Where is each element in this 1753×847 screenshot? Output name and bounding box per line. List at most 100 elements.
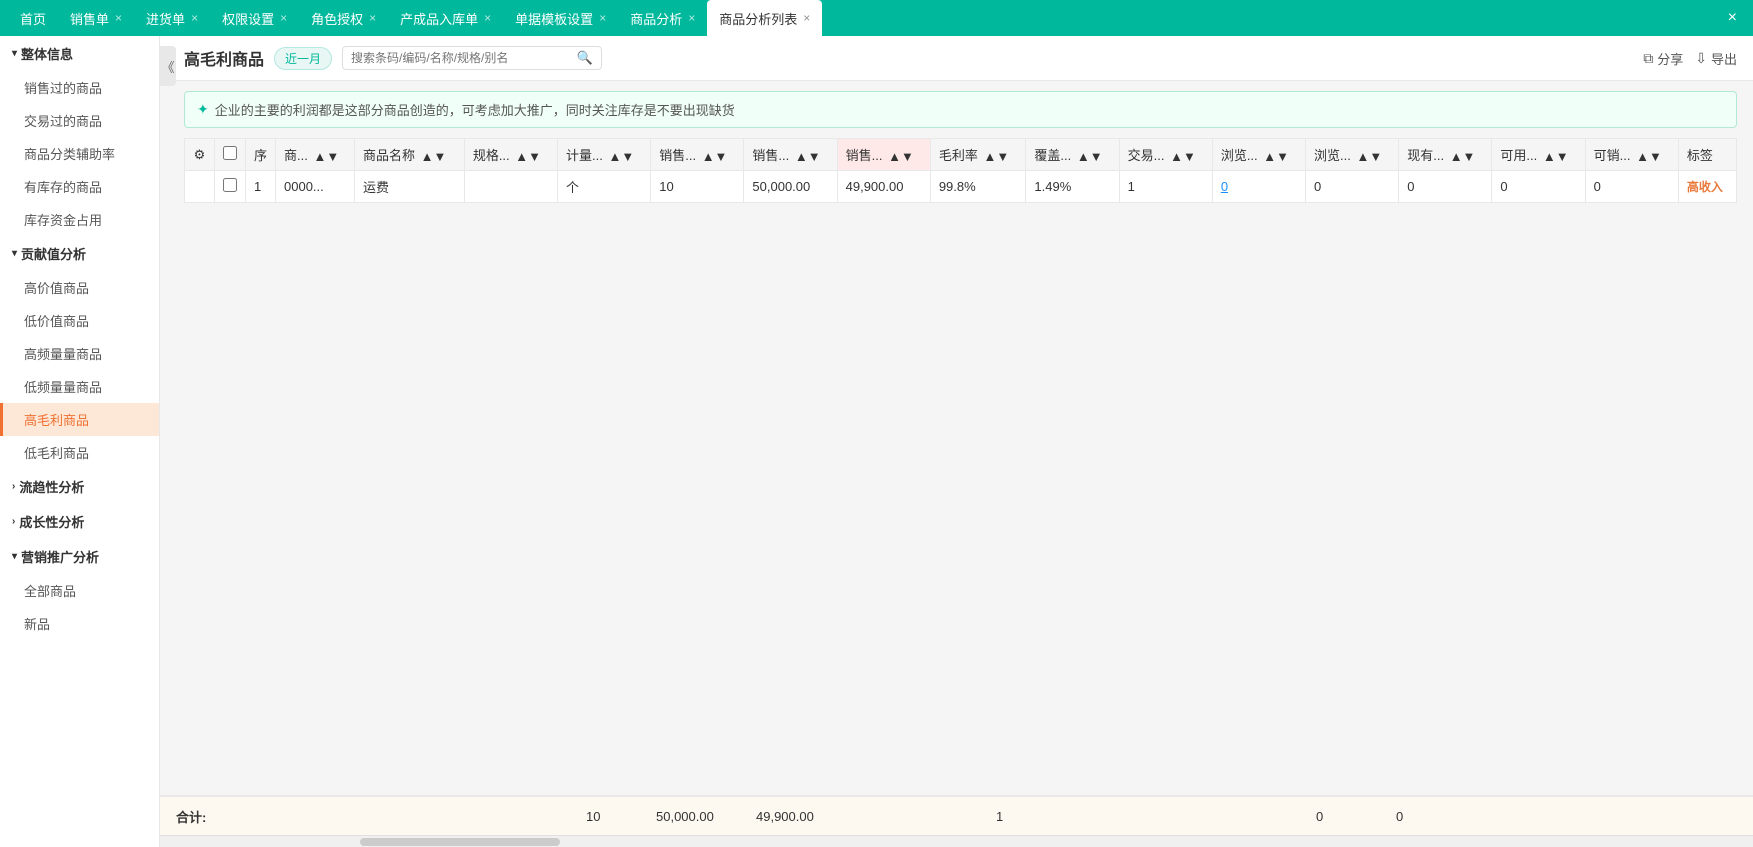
export-button[interactable]: ⇩ 导出	[1695, 49, 1737, 68]
col-spec[interactable]: 规格... ▲▼	[464, 139, 557, 171]
col-saleable[interactable]: 可销... ▲▼	[1585, 139, 1678, 171]
sort-trade-count-icon[interactable]: ▲▼	[1170, 149, 1196, 164]
footer-label: 合计:	[176, 807, 376, 826]
sidebar-item-low-freq[interactable]: 低频量量商品	[0, 370, 159, 403]
col-current-stock[interactable]: 现有... ▲▼	[1399, 139, 1492, 171]
close-all-tabs[interactable]: ×	[1720, 9, 1745, 27]
col-trade-count[interactable]: 交易... ▲▼	[1119, 139, 1212, 171]
sort-sales-amount-icon[interactable]: ▲▼	[795, 149, 821, 164]
sidebar: ▾ 整体信息 销售过的商品 交易过的商品 商品分类辅助率 有库存的商品 库存资金…	[0, 36, 160, 847]
row-coverage: 1.49%	[1026, 171, 1119, 203]
sidebar-item-sales-goods[interactable]: 销售过的商品	[0, 71, 159, 104]
arrow-icon: ▾	[12, 48, 17, 59]
info-icon: ✦	[197, 101, 209, 118]
col-name[interactable]: 商品名称 ▲▼	[355, 139, 465, 171]
col-code[interactable]: 商... ▲▼	[276, 139, 355, 171]
col-coverage[interactable]: 覆盖... ▲▼	[1026, 139, 1119, 171]
close-tab-sales[interactable]: ×	[115, 11, 122, 25]
sidebar-item-low-margin[interactable]: 低毛利商品	[0, 436, 159, 469]
close-tab-permissions[interactable]: ×	[280, 11, 287, 25]
search-icon[interactable]: 🔍	[577, 50, 593, 66]
col-sales-amount[interactable]: 销售... ▲▼	[744, 139, 837, 171]
col-sales-qty[interactable]: 销售... ▲▼	[651, 139, 744, 171]
row-name: 运费	[355, 171, 465, 203]
col-sales-cost[interactable]: 销售... ▲▼	[837, 139, 930, 171]
settings-icon[interactable]: ⚙	[194, 147, 206, 162]
tab-purchase[interactable]: 进货单 ×	[134, 0, 210, 36]
sort-spec-icon[interactable]: ▲▼	[515, 149, 541, 164]
sort-code-icon[interactable]: ▲▼	[313, 149, 339, 164]
row-sales-qty: 10	[651, 171, 744, 203]
select-all-checkbox[interactable]	[223, 146, 237, 160]
arrow-icon-finance: ▾	[12, 248, 17, 259]
sidebar-item-analysis-aid[interactable]: 商品分类辅助率	[0, 137, 159, 170]
share-button[interactable]: ⧉ 分享	[1643, 49, 1683, 68]
scroll-thumb[interactable]	[360, 838, 560, 846]
search-input[interactable]	[351, 51, 577, 65]
col-margin-rate[interactable]: 毛利率 ▲▼	[930, 139, 1026, 171]
sidebar-item-high-value[interactable]: 高价值商品	[0, 271, 159, 304]
close-tab-template[interactable]: ×	[599, 11, 606, 25]
sidebar-item-all-goods[interactable]: 全部商品	[0, 574, 159, 607]
sidebar-item-stock-occupy[interactable]: 库存资金占用	[0, 203, 159, 236]
sort-available-icon[interactable]: ▲▼	[1543, 149, 1569, 164]
sort-name-icon[interactable]: ▲▼	[421, 149, 447, 164]
sidebar-item-high-freq[interactable]: 高频量量商品	[0, 337, 159, 370]
footer-sales-amount: 50,000.00	[656, 809, 756, 824]
col-unit[interactable]: 计量... ▲▼	[558, 139, 651, 171]
sort-browse1-icon[interactable]: ▲▼	[1263, 149, 1289, 164]
col-available[interactable]: 可用... ▲▼	[1492, 139, 1585, 171]
filter-recent-month-button[interactable]: 近一月	[274, 47, 332, 70]
tab-permissions[interactable]: 权限设置 ×	[210, 0, 299, 36]
data-table: ⚙ 序 商... ▲▼ 商品名称 ▲▼	[184, 138, 1737, 203]
sidebar-group-growth[interactable]: › 成长性分析	[0, 504, 159, 539]
footer-saleable: 0	[1396, 809, 1476, 824]
close-tab-analysis[interactable]: ×	[688, 11, 695, 25]
sidebar-item-low-value[interactable]: 低价值商品	[0, 304, 159, 337]
sort-coverage-icon[interactable]: ▲▼	[1077, 149, 1103, 164]
sidebar-item-new-goods[interactable]: 新品	[0, 607, 159, 640]
tab-products[interactable]: 产成品入库单 ×	[388, 0, 503, 36]
sidebar-item-high-margin[interactable]: 高毛利商品	[0, 403, 159, 436]
sort-sales-qty-icon[interactable]: ▲▼	[702, 149, 728, 164]
tab-analysis[interactable]: 商品分析 ×	[618, 0, 707, 36]
col-browse2[interactable]: 浏览... ▲▼	[1306, 139, 1399, 171]
sort-saleable-icon[interactable]: ▲▼	[1636, 149, 1662, 164]
sort-browse2-icon[interactable]: ▲▼	[1356, 149, 1382, 164]
sort-unit-icon[interactable]: ▲▼	[608, 149, 634, 164]
sidebar-group-finance[interactable]: ▾ 贡献值分析	[0, 236, 159, 271]
row-available: 0	[1492, 171, 1585, 203]
tab-home[interactable]: 首页	[8, 0, 58, 36]
arrow-icon-marketing: ▾	[12, 551, 17, 562]
sidebar-group-trend[interactable]: › 流趋性分析	[0, 469, 159, 504]
row-settings-cell	[185, 171, 215, 203]
tab-sales[interactable]: 销售单 ×	[58, 0, 134, 36]
sidebar-collapse-button[interactable]: 《	[160, 46, 176, 86]
sidebar-item-traded-goods[interactable]: 交易过的商品	[0, 104, 159, 137]
close-tab-analysis-list[interactable]: ×	[803, 11, 810, 25]
sort-sales-cost-icon[interactable]: ▲▼	[888, 149, 914, 164]
sidebar-group-marketing[interactable]: ▾ 营销推广分析	[0, 539, 159, 574]
col-settings[interactable]: ⚙	[185, 139, 215, 171]
row-browse1[interactable]: 0	[1212, 171, 1305, 203]
close-tab-products[interactable]: ×	[484, 11, 491, 25]
table-container[interactable]: ⚙ 序 商... ▲▼ 商品名称 ▲▼	[160, 138, 1753, 795]
col-tag: 标签	[1678, 139, 1736, 171]
col-browse1[interactable]: 浏览... ▲▼	[1212, 139, 1305, 171]
row-checkbox-cell	[215, 171, 246, 203]
sort-current-stock-icon[interactable]: ▲▼	[1450, 149, 1476, 164]
tab-template[interactable]: 单据模板设置 ×	[503, 0, 618, 36]
horizontal-scrollbar[interactable]	[160, 835, 1753, 847]
sidebar-item-in-stock[interactable]: 有库存的商品	[0, 170, 159, 203]
search-box: 🔍	[342, 46, 602, 70]
close-tab-roles[interactable]: ×	[369, 11, 376, 25]
sidebar-group-overall[interactable]: ▾ 整体信息	[0, 36, 159, 71]
col-num: 序	[246, 139, 276, 171]
arrow-icon-growth: ›	[12, 516, 15, 527]
close-tab-purchase[interactable]: ×	[191, 11, 198, 25]
row-checkbox[interactable]	[223, 178, 237, 192]
sort-margin-rate-icon[interactable]: ▲▼	[983, 149, 1009, 164]
tab-analysis-list[interactable]: 商品分析列表 ×	[707, 0, 822, 36]
export-icon: ⇩	[1695, 50, 1707, 67]
tab-roles[interactable]: 角色授权 ×	[299, 0, 388, 36]
